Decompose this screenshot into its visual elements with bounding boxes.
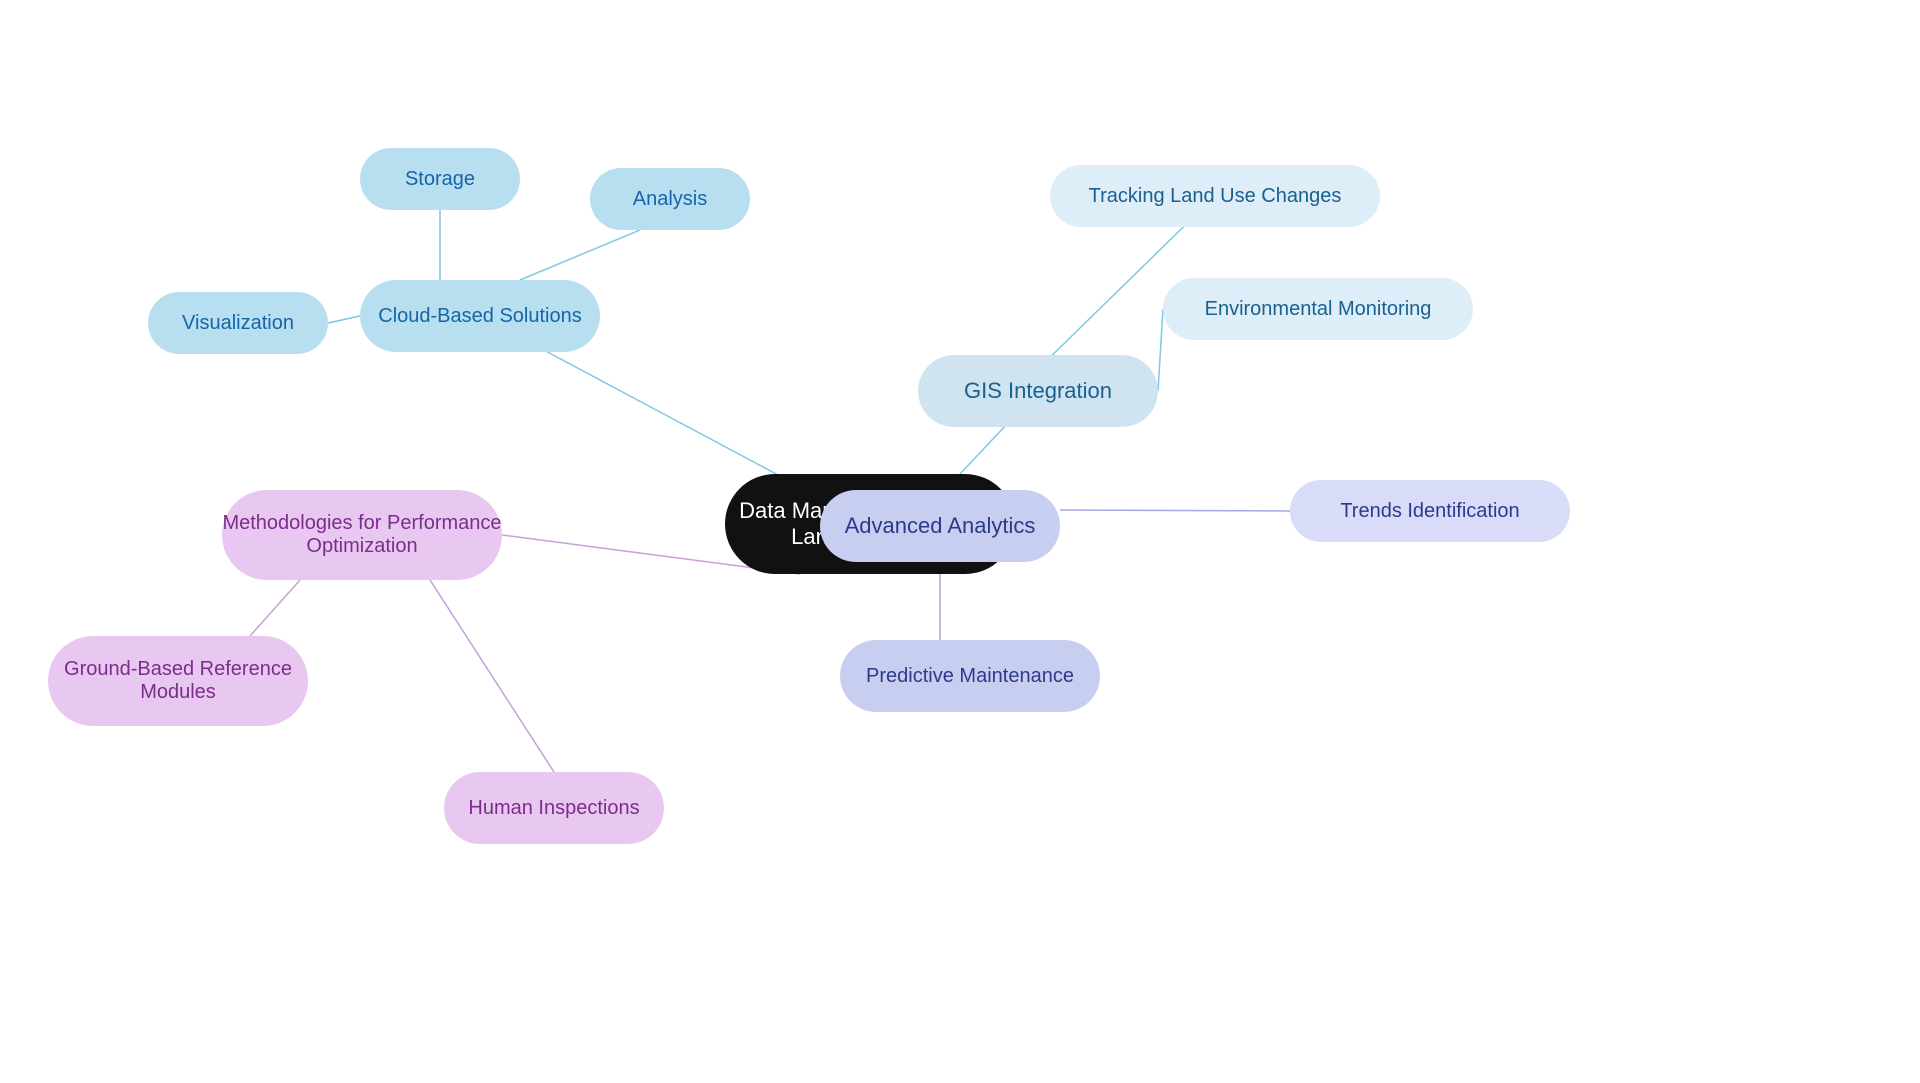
tracking-land-use-node: Tracking Land Use Changes [1050,165,1380,227]
environmental-monitoring-node: Environmental Monitoring [1163,278,1473,340]
predictive-maintenance-node: Predictive Maintenance [840,640,1100,712]
visualization-node: Visualization [148,292,328,354]
analysis-node: Analysis [590,168,750,230]
cloud-solutions-node: Cloud-Based Solutions [360,280,600,352]
ground-based-node: Ground-Based Reference Modules [48,636,308,726]
storage-node: Storage [360,148,520,210]
gis-integration-node: GIS Integration [918,355,1158,427]
trends-identification-node: Trends Identification [1290,480,1570,542]
methodologies-node: Methodologies for Performance Optimizati… [222,490,502,580]
human-inspections-node: Human Inspections [444,772,664,844]
advanced-analytics-node: Advanced Analytics [820,490,1060,562]
